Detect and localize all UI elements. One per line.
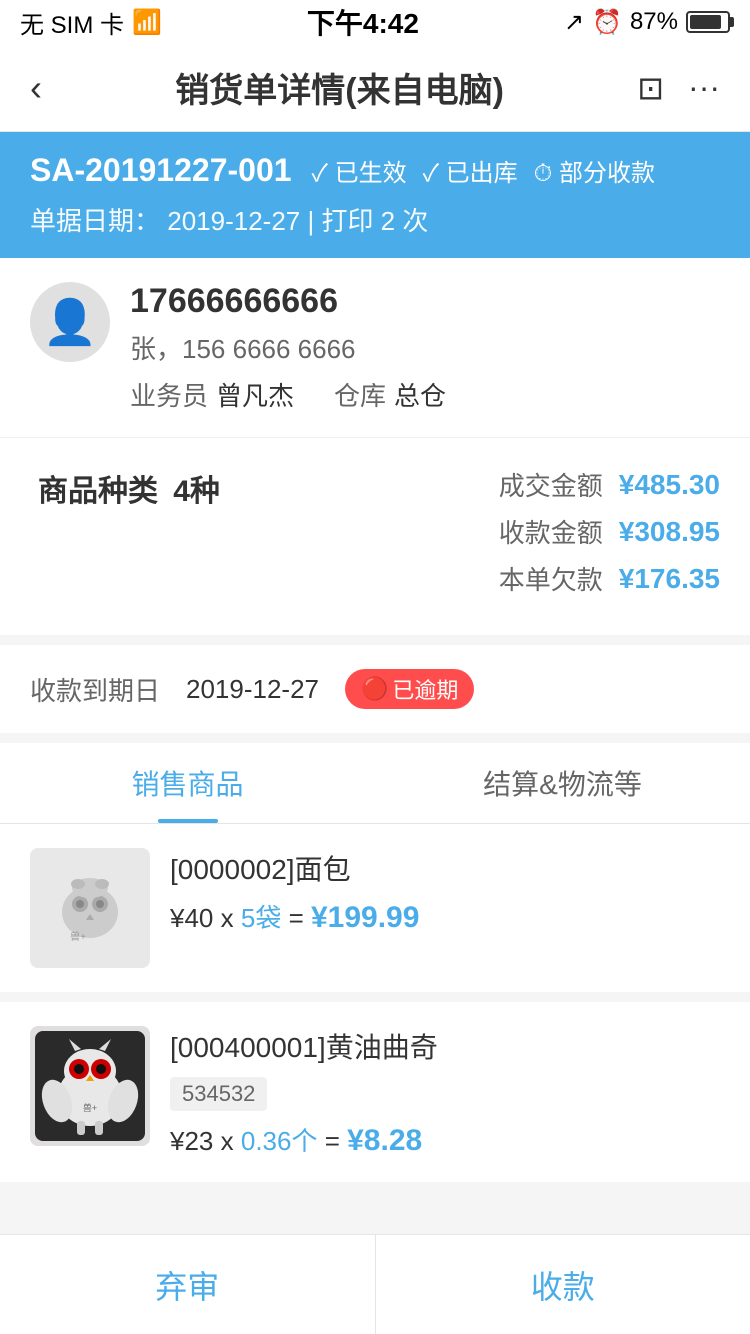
status-right: ↗ ⏰ 87% — [564, 8, 730, 37]
amount-label: 成交金额 — [499, 466, 603, 503]
owed-value: ¥176.35 — [619, 563, 720, 595]
tab-products-label: 销售商品 — [131, 763, 243, 803]
price-total-2: ¥8.28 — [347, 1124, 422, 1157]
overdue-badge: 🔴 已逾期 — [345, 669, 474, 709]
sales-label: 业务员 — [130, 376, 208, 413]
collect-payment-button[interactable]: 收款 — [376, 1235, 750, 1334]
tabs: 销售商品 结算&物流等 — [0, 743, 750, 824]
battery-percent: 87% — [630, 8, 678, 36]
status-left: 无 SIM 卡 📶 — [20, 5, 162, 40]
tab-settlement[interactable]: 结算&物流等 — [375, 743, 750, 823]
location-icon: ↗ — [564, 8, 584, 37]
product-item-2: 兽+ [000400001]黄油曲奇 534532 ¥23 x 0.36个 = … — [0, 1002, 750, 1182]
product-price-1: ¥40 x 5袋 = ¥199.99 — [170, 898, 720, 935]
received-row: 收款金额 ¥308.95 — [499, 513, 720, 550]
page-title: 销货单详情(来自电脑) — [175, 63, 504, 112]
category-label: 商品种类 — [38, 475, 158, 508]
order-id: SA-20191227-001 — [30, 152, 292, 189]
print-info: | 打印 2 次 — [307, 206, 428, 236]
battery-icon — [686, 11, 730, 33]
owed-row: 本单欠款 ¥176.35 — [499, 560, 720, 597]
tab-settlement-label: 结算&物流等 — [483, 763, 642, 803]
avatar: 👤 — [30, 282, 110, 362]
nav-bar: ‹ 销货单详情(来自电脑) ⊡ ··· — [0, 44, 750, 132]
status-effective: ✓ 已生效 — [312, 153, 407, 188]
sales-info: 业务员 曾凡杰 — [130, 376, 294, 413]
price-base-2: ¥23 — [170, 1126, 213, 1156]
wifi-icon: 📶 — [132, 8, 162, 37]
owed-label: 本单欠款 — [499, 560, 603, 597]
received-label: 收款金额 — [499, 513, 603, 550]
abandon-review-label: 弃审 — [155, 1262, 219, 1308]
sales-name: 曾凡杰 — [216, 376, 294, 413]
stats-section: 商品种类 4种 成交金额 ¥485.30 收款金额 ¥308.95 本单欠款 ¥… — [0, 438, 750, 645]
product-thumb-1: 兽+ — [30, 848, 150, 968]
customer-section: 👤 17666666666 张，156 6666 6666 业务员 曾凡杰 仓库… — [0, 258, 750, 438]
product-price-2: ¥23 x 0.36个 = ¥8.28 — [170, 1121, 720, 1158]
product-info-1: [0000002]面包 ¥40 x 5袋 = ¥199.99 — [170, 848, 720, 935]
alarm-icon: ⏰ — [592, 8, 622, 37]
header-banner: SA-20191227-001 ✓ 已生效 ✓ 已出库 ⏱ 部分收款 单据日期：… — [0, 132, 750, 258]
tab-products[interactable]: 销售商品 — [0, 743, 375, 823]
product-tag-2: 534532 — [170, 1077, 267, 1111]
product-thumb-2: 兽+ — [30, 1026, 150, 1146]
amount-info: 成交金额 ¥485.30 收款金额 ¥308.95 本单欠款 ¥176.35 — [499, 466, 720, 607]
banner-row1: SA-20191227-001 ✓ 已生效 ✓ 已出库 ⏱ 部分收款 — [30, 152, 720, 189]
back-button[interactable]: ‹ — [30, 67, 42, 109]
price-base-1: ¥40 — [170, 903, 213, 933]
customer-info: 17666666666 张，156 6666 6666 业务员 曾凡杰 仓库 总… — [130, 282, 720, 413]
customer-name-phone: 张，156 6666 6666 — [130, 329, 720, 366]
price-qty-1: 5袋 — [241, 903, 281, 933]
product-list: 兽+ [0000002]面包 ¥40 x 5袋 = ¥199.99 — [0, 824, 750, 1182]
bottom-bar: 弃审 收款 — [0, 1234, 750, 1334]
user-icon: 👤 — [43, 296, 98, 348]
category-info: 商品种类 4种 — [30, 466, 220, 510]
status-bar: 无 SIM 卡 📶 下午4:42 ↗ ⏰ 87% — [0, 0, 750, 44]
carrier: 无 SIM 卡 — [20, 5, 124, 40]
warehouse-name: 总仓 — [394, 376, 446, 413]
price-total-1: ¥199.99 — [311, 901, 419, 934]
status-badges: ✓ 已生效 ✓ 已出库 ⏱ 部分收款 — [312, 153, 656, 188]
status-shipped: ✓ 已出库 — [423, 153, 518, 188]
date-label: 单据日期： — [30, 206, 160, 236]
customer-meta: 业务员 曾凡杰 仓库 总仓 — [130, 376, 720, 413]
amount-value: ¥485.30 — [619, 469, 720, 501]
product-item-1: 兽+ [0000002]面包 ¥40 x 5袋 = ¥199.99 — [0, 824, 750, 992]
price-qty-2: 0.36个 — [241, 1126, 318, 1156]
product-name-2: [000400001]黄油曲奇 — [170, 1026, 720, 1066]
overdue-label: 已逾期 — [392, 673, 458, 705]
product-thumb-owl: 兽+ — [35, 1031, 145, 1141]
collect-payment-label: 收款 — [531, 1262, 595, 1308]
nav-actions: ⊡ ··· — [637, 69, 720, 107]
tab-indicator — [158, 819, 218, 823]
due-date: 2019-12-27 — [186, 674, 319, 705]
product-thumb-icon-1: 兽+ — [50, 868, 130, 948]
abandon-review-button[interactable]: 弃审 — [0, 1235, 376, 1334]
more-icon[interactable]: ··· — [688, 69, 720, 106]
received-value: ¥308.95 — [619, 516, 720, 548]
amount-row: 成交金额 ¥485.30 — [499, 466, 720, 503]
status-partial: ⏱ 部分收款 — [534, 153, 655, 188]
svg-text:兽+: 兽+ — [70, 930, 86, 943]
warehouse-label: 仓库 — [334, 376, 386, 413]
due-label: 收款到期日 — [30, 671, 160, 708]
product-info-2: [000400001]黄油曲奇 534532 ¥23 x 0.36个 = ¥8.… — [170, 1026, 720, 1158]
due-section: 收款到期日 2019-12-27 🔴 已逾期 — [0, 645, 750, 743]
svg-text:兽+: 兽+ — [83, 1102, 97, 1113]
order-date: 2019-12-27 — [167, 206, 300, 236]
product-name-1: [0000002]面包 — [170, 848, 720, 888]
customer-phone-display: 17666666666 — [130, 282, 720, 321]
warehouse-info: 仓库 总仓 — [334, 376, 446, 413]
share-icon[interactable]: ⊡ — [637, 69, 664, 107]
status-time: 下午4:42 — [307, 2, 419, 42]
order-date-info: 单据日期： 2019-12-27 | 打印 2 次 — [30, 201, 720, 238]
overdue-icon: 🔴 — [361, 676, 388, 702]
category-count: 4种 — [173, 475, 220, 508]
